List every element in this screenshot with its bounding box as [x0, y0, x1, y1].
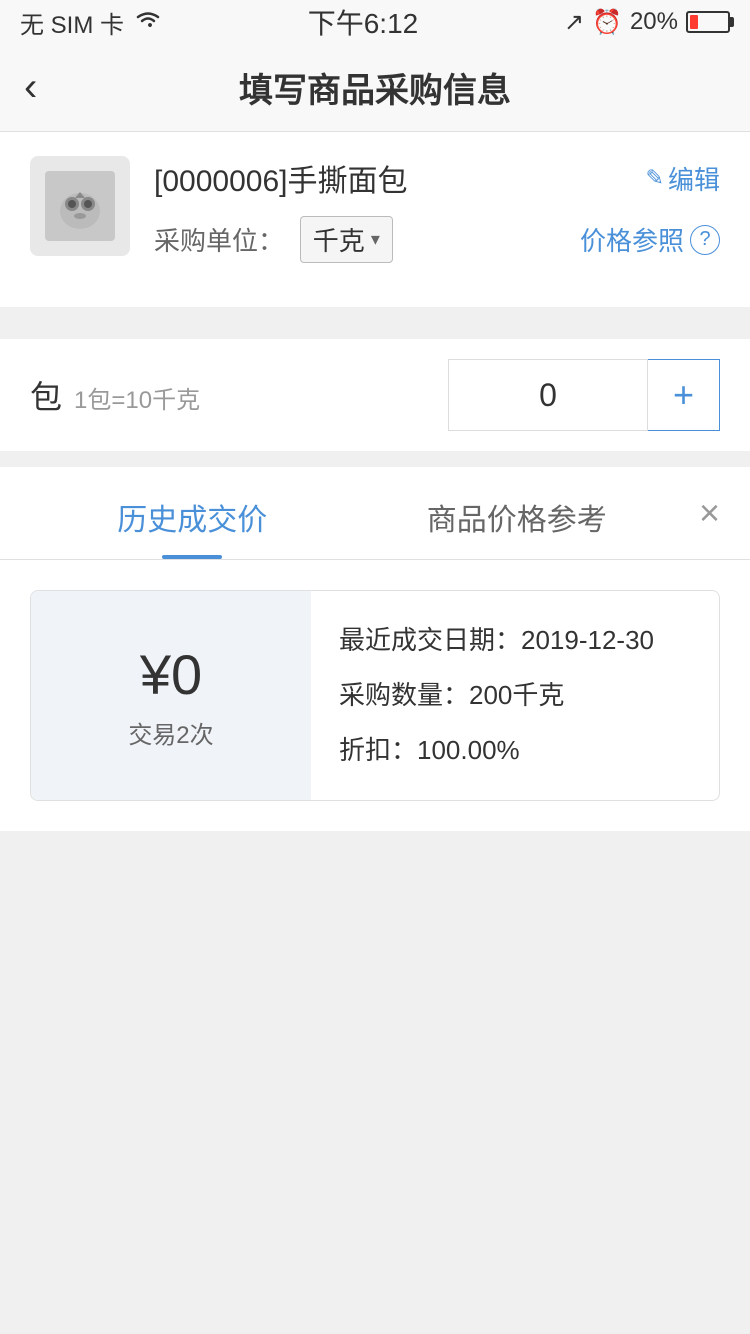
product-name: [0000006]手撕面包 — [154, 156, 407, 200]
discount-label: 折扣： — [339, 735, 417, 765]
discount-value: 100.00% — [417, 735, 520, 765]
price-ref-button[interactable]: 价格参照 ? — [580, 221, 720, 258]
card-container: ¥0 交易2次 最近成交日期：2019-12-30 采购数量：200千克 折扣：… — [0, 560, 750, 831]
quantity-input[interactable] — [448, 359, 648, 431]
product-thumbnail — [45, 171, 115, 241]
plus-icon: + — [673, 374, 694, 416]
quantity-section: 包 1包=10千克 + — [0, 339, 750, 451]
page-title: 填写商品采购信息 — [239, 63, 511, 112]
wifi-icon — [134, 8, 162, 36]
close-icon: × — [699, 492, 720, 533]
tab-close-button[interactable]: × — [679, 472, 720, 554]
tab-price-reference[interactable]: 商品价格参考 — [354, 467, 678, 559]
price-card: ¥0 交易2次 最近成交日期：2019-12-30 采购数量：200千克 折扣：… — [30, 590, 720, 801]
card-price: ¥0 — [140, 642, 202, 707]
purchase-qty-label: 采购数量： — [339, 680, 469, 710]
tab-reference-label: 商品价格参考 — [427, 504, 607, 537]
product-header: [0000006]手撕面包 ✎ 编辑 采购单位： 千克 ▾ — [30, 156, 720, 263]
unit-label: 采购单位： — [154, 226, 284, 256]
quantity-plus-button[interactable]: + — [648, 359, 720, 431]
edit-icon: ✎ — [646, 165, 664, 191]
recent-date-value: 2019-12-30 — [521, 625, 654, 655]
battery-percent: 20% — [630, 8, 678, 36]
discount: 折扣：100.00% — [339, 731, 691, 770]
nav-bar: ‹ 填写商品采购信息 — [0, 44, 750, 132]
location-icon: ↗ — [564, 8, 584, 37]
status-time: 下午6:12 — [308, 2, 419, 42]
recent-date-label: 最近成交日期： — [339, 625, 521, 655]
status-right: ↗ ⏰ 20% — [564, 8, 730, 37]
battery-icon — [686, 11, 730, 33]
tab-history-label: 历史成交价 — [117, 504, 267, 537]
transaction-count: 交易2次 — [128, 715, 213, 750]
alarm-icon: ⏰ — [592, 8, 622, 37]
price-ref-label: 价格参照 — [580, 221, 684, 258]
product-name-row: [0000006]手撕面包 ✎ 编辑 — [154, 156, 720, 200]
dropdown-arrow-icon: ▾ — [371, 229, 380, 250]
price-ref-help-icon: ? — [690, 225, 720, 255]
unit-dropdown[interactable]: 千克 ▾ — [300, 216, 393, 263]
edit-label: 编辑 — [668, 160, 720, 197]
purchase-qty-value: 200千克 — [469, 680, 564, 710]
edit-button[interactable]: ✎ 编辑 — [646, 160, 720, 197]
quantity-input-row: + — [448, 359, 720, 431]
section-divider — [0, 323, 750, 339]
currency-symbol: ¥ — [140, 643, 171, 706]
tabs-header: 历史成交价 商品价格参考 × — [0, 467, 750, 560]
recent-date: 最近成交日期：2019-12-30 — [339, 621, 691, 660]
quantity-sublabel: 1包=10千克 — [74, 380, 200, 415]
tab-history-price[interactable]: 历史成交价 — [30, 467, 354, 559]
price-value: 0 — [171, 643, 202, 706]
unit-row: 采购单位： 千克 ▾ 价格参照 ? — [154, 216, 720, 263]
product-info: [0000006]手撕面包 ✎ 编辑 采购单位： 千克 ▾ — [154, 156, 720, 263]
status-bar: 无 SIM 卡 下午6:12 ↗ ⏰ 20% — [0, 0, 750, 44]
quantity-label: 包 1包=10千克 — [30, 372, 200, 418]
back-button[interactable]: ‹ — [24, 65, 37, 110]
quantity-unit: 包 — [30, 372, 62, 418]
purchase-qty: 采购数量：200千克 — [339, 676, 691, 715]
carrier-text: 无 SIM 卡 — [20, 5, 124, 40]
unit-value: 千克 — [313, 221, 365, 258]
unit-label-group: 采购单位： 千克 ▾ — [154, 216, 393, 263]
product-image — [30, 156, 130, 256]
product-section: [0000006]手撕面包 ✎ 编辑 采购单位： 千克 ▾ — [0, 132, 750, 307]
tabs-section: 历史成交价 商品价格参考 × ¥0 交易2次 最近成交日期：20 — [0, 467, 750, 831]
status-left: 无 SIM 卡 — [20, 5, 162, 40]
card-left: ¥0 交易2次 — [31, 591, 311, 800]
card-right: 最近成交日期：2019-12-30 采购数量：200千克 折扣：100.00% — [311, 591, 719, 800]
page: 无 SIM 卡 下午6:12 ↗ ⏰ 20% ‹ 填写商品采购信息 — [0, 0, 750, 1334]
